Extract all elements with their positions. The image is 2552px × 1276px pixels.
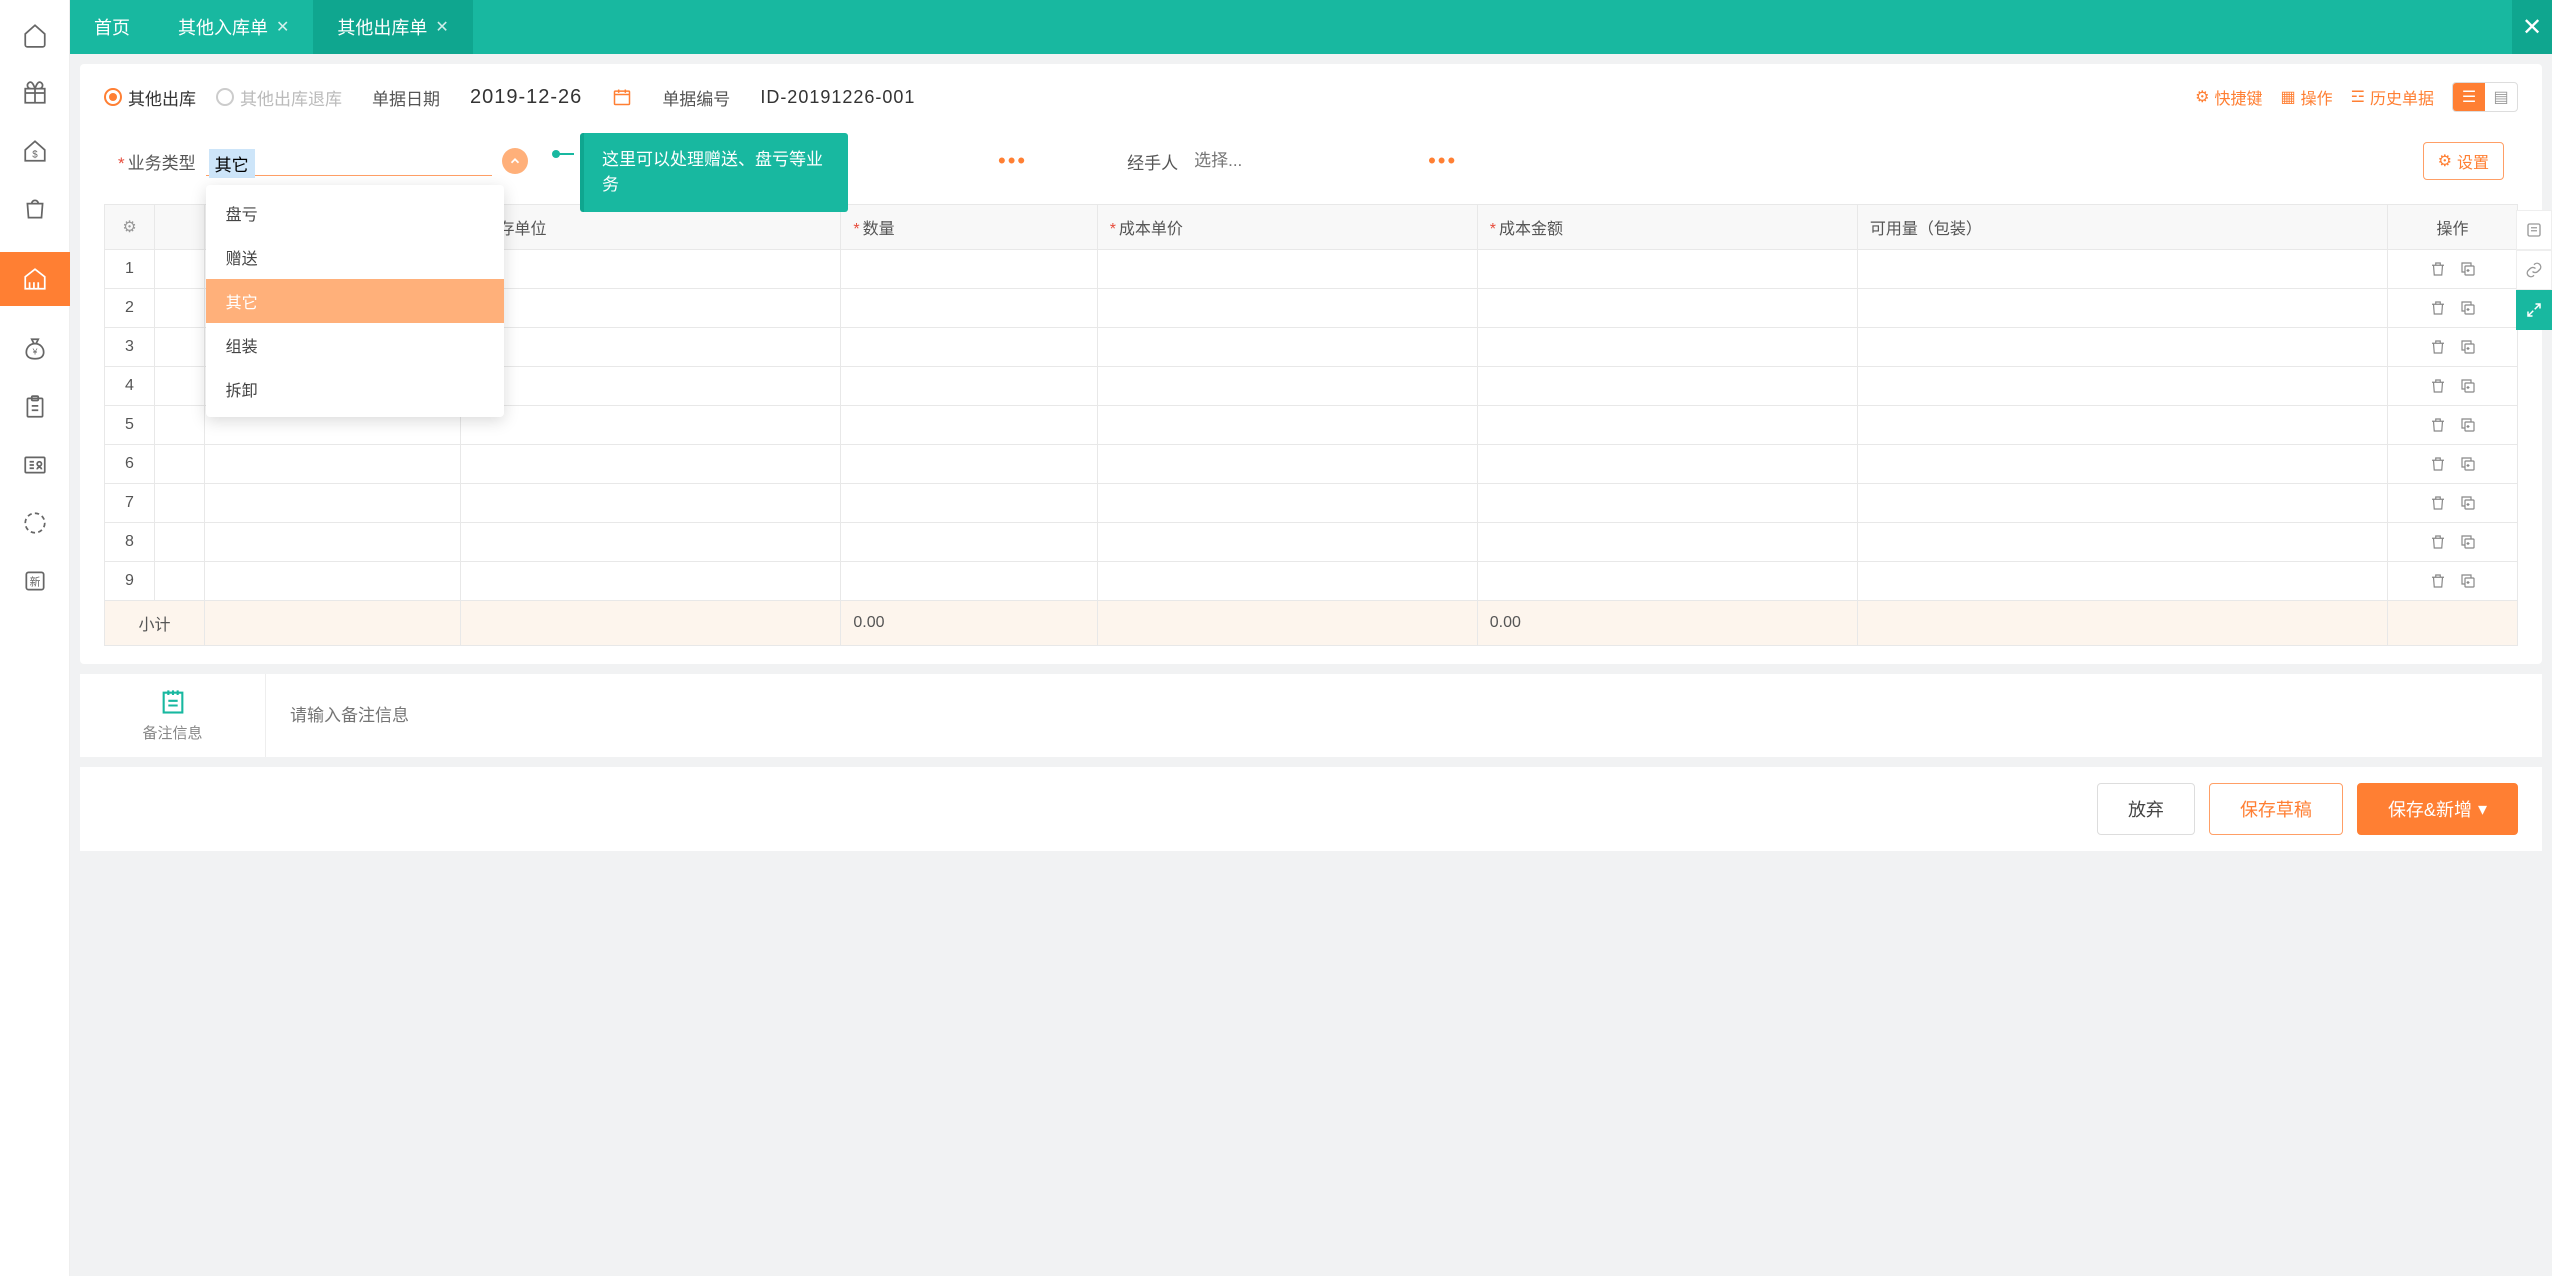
shortcut-button[interactable]: ⚙快捷键 [2195, 85, 2262, 109]
delete-icon[interactable] [2429, 377, 2447, 395]
col-header: 可用量（包装） [1857, 205, 2387, 250]
tabbar-close-icon[interactable]: ✕ [2512, 0, 2552, 54]
copy-icon[interactable] [2459, 494, 2477, 512]
table-row: 9 [105, 562, 2518, 601]
remarks-section: 备注信息 [80, 674, 2542, 757]
save-new-button[interactable]: 保存&新增▾ [2357, 783, 2518, 835]
copy-icon[interactable] [2459, 338, 2477, 356]
dock-expand-icon[interactable] [2516, 290, 2552, 330]
discard-button[interactable]: 放弃 [2097, 783, 2195, 835]
svg-text:$: $ [32, 150, 38, 161]
calendar-icon[interactable] [612, 87, 632, 107]
remarks-label-text: 备注信息 [142, 722, 202, 743]
gear-icon: ⚙ [2195, 87, 2209, 107]
chevron-down-icon: ▾ [2478, 799, 2487, 820]
delete-icon[interactable] [2429, 494, 2447, 512]
copy-icon[interactable] [2459, 455, 2477, 473]
col-header: *成本金额 [1477, 205, 1857, 250]
delete-icon[interactable] [2429, 416, 2447, 434]
copy-icon[interactable] [2459, 260, 2477, 278]
tab-其他出库单[interactable]: 其他出库单✕ [313, 0, 472, 54]
operate-button[interactable]: ▦操作 [2281, 85, 2333, 109]
close-icon[interactable]: ✕ [276, 17, 289, 37]
delete-icon[interactable] [2429, 260, 2447, 278]
gift-icon[interactable] [20, 78, 50, 108]
col-header: *数量 [841, 205, 1097, 250]
more-dots-1[interactable]: ••• [998, 148, 1027, 174]
help-tooltip: 这里可以处理赠送、盘亏等业务 [580, 133, 848, 212]
dropdown-item-拆卸[interactable]: 拆卸 [206, 367, 504, 411]
biz-type-select[interactable] [206, 147, 492, 176]
remarks-input[interactable] [266, 674, 2542, 757]
delete-icon[interactable] [2429, 299, 2447, 317]
doc-icon: ☲ [2351, 87, 2365, 107]
col-header: 操作 [2388, 205, 2518, 250]
clipboard-icon[interactable] [20, 392, 50, 422]
view-list-icon[interactable]: ☰ [2453, 83, 2485, 111]
copy-icon[interactable] [2459, 377, 2477, 395]
doc-date-value: 2019-12-26 [470, 86, 582, 109]
money-bag-icon[interactable]: ¥ [20, 334, 50, 364]
subtotal-row: 小计0.000.00 [105, 601, 2518, 646]
loading-icon[interactable] [20, 508, 50, 538]
warehouse-icon[interactable] [0, 252, 70, 306]
sidebar: $ ¥ 新 [0, 0, 70, 1276]
history-button[interactable]: ☲历史单据 [2351, 85, 2434, 109]
home-icon[interactable] [20, 20, 50, 50]
close-icon[interactable]: ✕ [435, 17, 448, 37]
col-header: ⚙ [105, 205, 155, 250]
delete-icon[interactable] [2429, 572, 2447, 590]
svg-text:¥: ¥ [31, 346, 37, 356]
delete-icon[interactable] [2429, 338, 2447, 356]
dropdown-item-赠送[interactable]: 赠送 [206, 235, 504, 279]
delete-icon[interactable] [2429, 455, 2447, 473]
view-grid-icon[interactable]: ▤ [2485, 83, 2517, 111]
gear-icon[interactable]: ⚙ [122, 219, 136, 236]
dock-notes-icon[interactable] [2516, 210, 2552, 250]
copy-icon[interactable] [2459, 416, 2477, 434]
dock-link-icon[interactable] [2516, 250, 2552, 290]
copy-icon[interactable] [2459, 533, 2477, 551]
radio-其他出库退库[interactable]: 其他出库退库 [216, 85, 342, 110]
more-dots-2[interactable]: ••• [1428, 148, 1457, 174]
handler-label: 经手人 [1127, 149, 1178, 174]
new-icon[interactable]: 新 [20, 566, 50, 596]
doc-date-label: 单据日期 [372, 85, 440, 110]
tab-首页[interactable]: 首页 [70, 0, 154, 54]
doc-no-label: 单据编号 [662, 85, 730, 110]
radio-dot-icon [216, 88, 234, 106]
col-header [155, 205, 205, 250]
tabbar: 首页其他入库单✕其他出库单✕ ✕ [70, 0, 2552, 54]
doc-no-value: ID-20191226-001 [760, 87, 915, 108]
col-header: *成本单价 [1097, 205, 1477, 250]
radio-dot-icon [104, 88, 122, 106]
copy-icon[interactable] [2459, 299, 2477, 317]
gear-icon: ⚙ [2438, 151, 2452, 171]
money-home-icon[interactable]: $ [20, 136, 50, 166]
notes-icon [159, 688, 187, 716]
bag-icon[interactable] [20, 194, 50, 224]
view-toggle: ☰ ▤ [2452, 82, 2518, 112]
table-row: 6 [105, 445, 2518, 484]
dropdown-item-其它[interactable]: 其它 [206, 279, 504, 323]
save-draft-button[interactable]: 保存草稿 [2209, 783, 2343, 835]
copy-icon[interactable] [2459, 572, 2477, 590]
tab-其他入库单[interactable]: 其他入库单✕ [154, 0, 313, 54]
dropdown-item-组装[interactable]: 组装 [206, 323, 504, 367]
doc-type-radio-group: 其他出库其他出库退库 [104, 85, 342, 110]
svg-text:新: 新 [29, 574, 40, 588]
table-row: 7 [105, 484, 2518, 523]
biz-type-label: *业务类型 [118, 149, 196, 174]
id-card-icon[interactable] [20, 450, 50, 480]
table-row: 8 [105, 523, 2518, 562]
radio-其他出库[interactable]: 其他出库 [104, 85, 196, 110]
dropdown-item-盘亏[interactable]: 盘亏 [206, 191, 504, 235]
biz-type-dropdown: 盘亏赠送其它组装拆卸 [206, 185, 504, 417]
delete-icon[interactable] [2429, 533, 2447, 551]
grid-icon: ▦ [2281, 87, 2296, 107]
settings-button[interactable]: ⚙设置 [2423, 142, 2504, 180]
handler-select[interactable] [1188, 147, 1388, 175]
chevron-up-icon[interactable] [502, 148, 528, 174]
